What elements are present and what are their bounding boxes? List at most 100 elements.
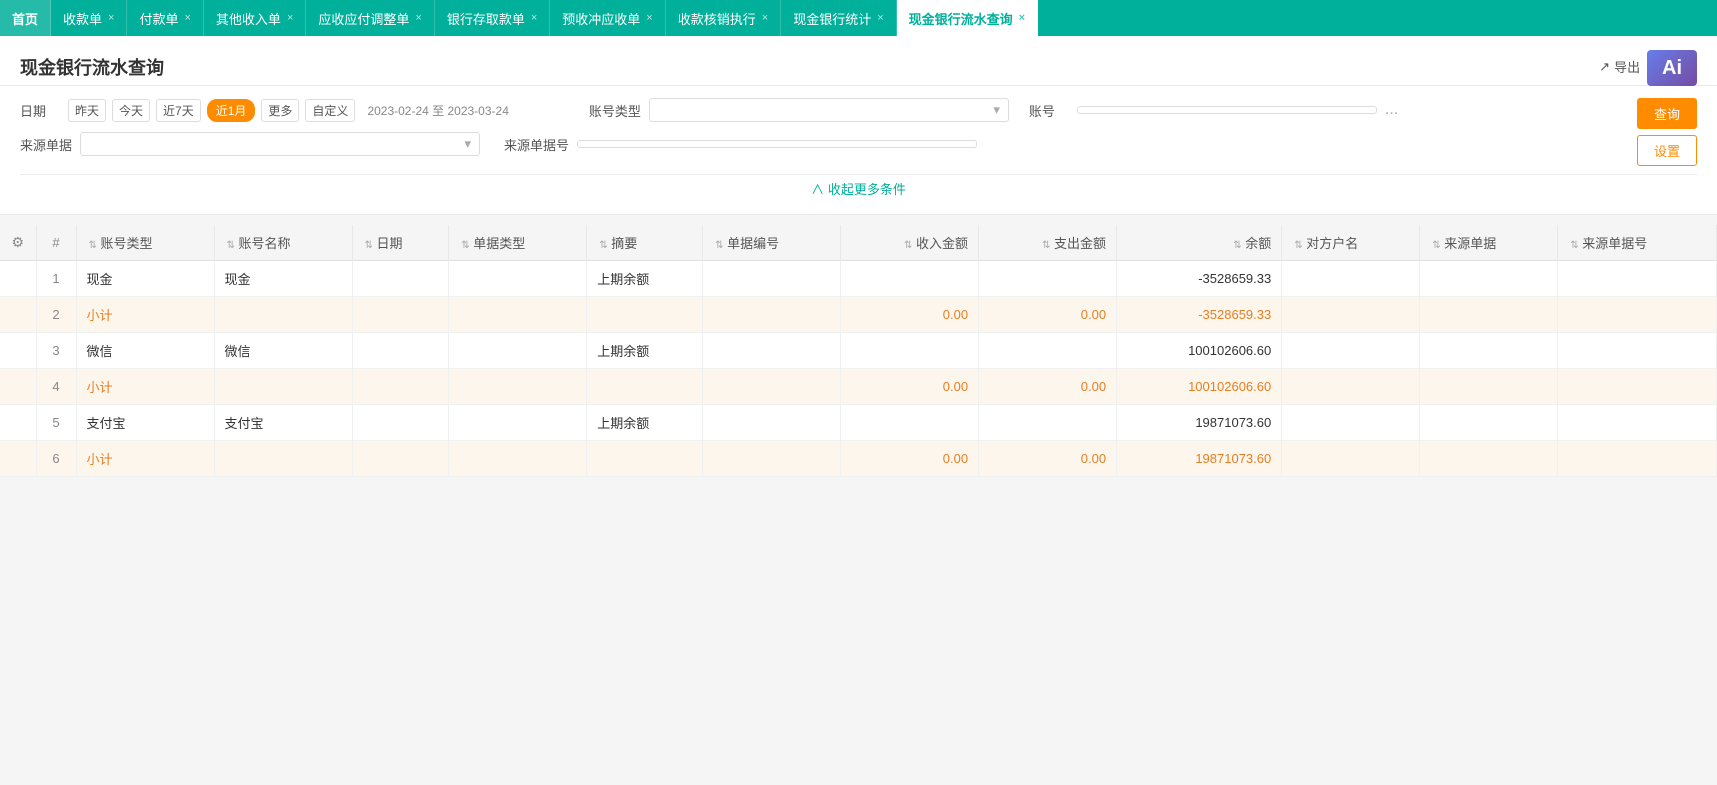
date-7days-btn[interactable]: 近7天 [156, 99, 201, 122]
source-doc-filter-group: 来源单据 ▾ [20, 132, 480, 156]
sort-icon-balance: ⇅ [1233, 240, 1241, 251]
cell-doc-type [449, 369, 587, 405]
nav-tab-advance-offset[interactable]: 预收冲应收单 × [550, 0, 665, 36]
collapse-bar[interactable]: ∧ 收起更多条件 [20, 174, 1697, 202]
col-expense-header[interactable]: ⇅ 支出金额 [979, 225, 1117, 261]
col-income-header[interactable]: ⇅ 收入金额 [841, 225, 979, 261]
col-date-header[interactable]: ⇅ 日期 [352, 225, 449, 261]
close-collection-exec-icon[interactable]: × [762, 12, 768, 24]
nav-tab-ar-ap-adjust[interactable]: 应收应付调整单 × [306, 0, 434, 36]
cell-counterparty [1282, 369, 1420, 405]
date-custom-btn[interactable]: 自定义 [305, 99, 355, 122]
cell-source-doc-no [1558, 297, 1717, 333]
col-seq-header: # [36, 225, 76, 261]
col-doc-type-header[interactable]: ⇅ 单据类型 [449, 225, 587, 261]
col-source-doc-header[interactable]: ⇅ 来源单据 [1420, 225, 1558, 261]
cell-account-type: 微信 [76, 333, 214, 369]
col-counterparty-header[interactable]: ⇅ 对方户名 [1282, 225, 1420, 261]
col-doc-no-label: 单据编号 [727, 236, 779, 251]
close-ar-ap-icon[interactable]: × [415, 12, 421, 24]
cell-account-name [214, 297, 352, 333]
ai-badge[interactable]: Ai [1647, 50, 1697, 86]
settings-button[interactable]: 设置 [1637, 135, 1697, 166]
sort-icon-account-name: ⇅ [227, 240, 235, 251]
col-source-doc-no-header[interactable]: ⇅ 来源单据号 [1558, 225, 1717, 261]
col-expense-label: 支出金额 [1054, 236, 1106, 251]
nav-tab-cash-bank-flow[interactable]: 现金银行流水查询 × [897, 0, 1038, 36]
date-yesterday-btn[interactable]: 昨天 [68, 99, 106, 122]
nav-tab-home[interactable]: 首页 [0, 0, 51, 36]
table-header-row: ⚙ # ⇅ 账号类型 ⇅ 账号名称 ⇅ 日期 ⇅ [0, 225, 1717, 261]
cell-date [352, 333, 449, 369]
table-row: 5支付宝支付宝上期余额19871073.60 [0, 405, 1717, 441]
date-more-btn[interactable]: 更多 [261, 99, 299, 122]
collapse-icon: ∧ [811, 182, 824, 197]
close-payments-icon[interactable]: × [184, 12, 190, 24]
export-button[interactable]: ↗ 导出 [1599, 57, 1640, 76]
source-doc-select[interactable]: ▾ [80, 132, 480, 156]
nav-tab-cash-bank-stat[interactable]: 现金银行统计 × [781, 0, 896, 36]
close-other-income-icon[interactable]: × [287, 12, 293, 24]
table-settings-icon[interactable]: ⚙ [11, 234, 24, 250]
cell-source-doc [1420, 297, 1558, 333]
sort-icon-source-doc: ⇅ [1432, 240, 1440, 251]
source-doc-no-input[interactable] [577, 140, 977, 148]
payments-tab-label: 付款单 [139, 9, 178, 28]
close-cash-bank-stat-icon[interactable]: × [877, 12, 883, 24]
cell-doc-type [449, 405, 587, 441]
col-account-type-label: 账号类型 [101, 236, 153, 251]
source-doc-arrow-icon: ▾ [464, 136, 471, 152]
col-settings: ⚙ [0, 225, 36, 261]
cell-income [841, 333, 979, 369]
cell-date [352, 441, 449, 477]
close-cash-bank-flow-icon[interactable]: × [1019, 12, 1025, 24]
cell-expense [979, 333, 1117, 369]
cell-doc-no [703, 405, 841, 441]
account-type-select[interactable]: ▾ [649, 98, 1009, 122]
cell-seq: 4 [36, 369, 76, 405]
close-advance-offset-icon[interactable]: × [646, 12, 652, 24]
ai-label: Ai [1662, 57, 1682, 80]
nav-tab-receipts[interactable]: 收款单 × [51, 0, 127, 36]
nav-tab-other-income[interactable]: 其他收入单 × [204, 0, 306, 36]
cell-account-name: 微信 [214, 333, 352, 369]
account-no-input[interactable] [1077, 106, 1377, 114]
nav-tab-collection-exec[interactable]: 收款核销执行 × [666, 0, 781, 36]
source-doc-label: 来源单据 [20, 135, 72, 154]
close-bank-deposit-icon[interactable]: × [531, 12, 537, 24]
cell-balance: -3528659.33 [1117, 297, 1282, 333]
cell-date [352, 261, 449, 297]
cell-source-doc [1420, 261, 1558, 297]
nav-tab-payments[interactable]: 付款单 × [127, 0, 203, 36]
col-summary-header[interactable]: ⇅ 摘要 [587, 225, 703, 261]
col-account-type-header[interactable]: ⇅ 账号类型 [76, 225, 214, 261]
cell-source-doc-no [1558, 333, 1717, 369]
table-row: 6小计0.000.0019871073.60 [0, 441, 1717, 477]
date-1month-btn[interactable]: 近1月 [207, 99, 256, 122]
cell-summary [587, 297, 703, 333]
cell-counterparty [1282, 441, 1420, 477]
account-no-dots[interactable]: ... [1385, 101, 1398, 119]
cell-account-name: 现金 [214, 261, 352, 297]
cell-expense [979, 405, 1117, 441]
col-balance-header[interactable]: ⇅ 余额 [1117, 225, 1282, 261]
col-doc-type-label: 单据类型 [473, 236, 525, 251]
account-no-filter-group: 账号 ... [1029, 101, 1621, 120]
cell-income: 0.00 [841, 297, 979, 333]
col-source-doc-no-label: 来源单据号 [1582, 236, 1647, 251]
col-doc-no-header[interactable]: ⇅ 单据编号 [703, 225, 841, 261]
filter-row-1: 日期 昨天 今天 近7天 近1月 更多 自定义 2023-02-24 至 202… [20, 98, 1621, 122]
cell-settings [0, 369, 36, 405]
sort-icon-summary: ⇅ [599, 240, 607, 251]
sort-icon-expense: ⇅ [1042, 240, 1050, 251]
col-balance-label: 余额 [1245, 236, 1271, 251]
cell-settings [0, 441, 36, 477]
close-receipts-icon[interactable]: × [108, 12, 114, 24]
cell-seq: 5 [36, 405, 76, 441]
col-account-name-header[interactable]: ⇅ 账号名称 [214, 225, 352, 261]
sort-icon-left: ⇅ [89, 240, 97, 251]
cell-source-doc-no [1558, 261, 1717, 297]
nav-tab-bank-deposit[interactable]: 银行存取款单 × [435, 0, 550, 36]
query-button[interactable]: 查询 [1637, 98, 1697, 129]
date-today-btn[interactable]: 今天 [112, 99, 150, 122]
